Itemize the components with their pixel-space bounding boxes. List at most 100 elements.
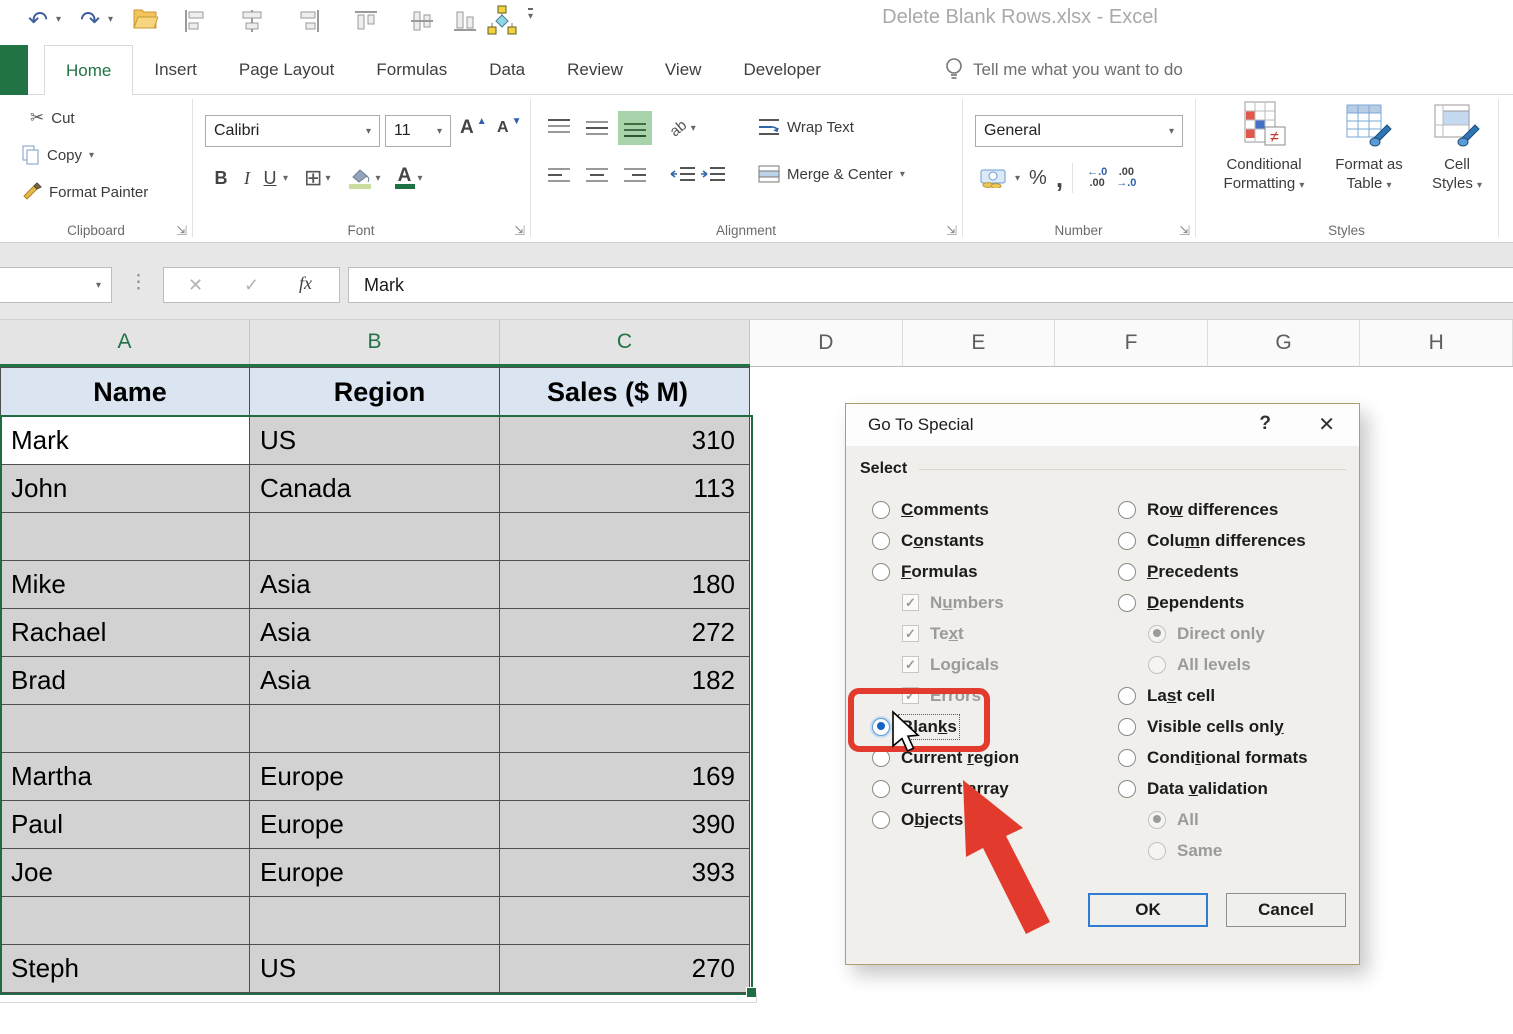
font-name-select[interactable]: Calibri ▾ (205, 115, 380, 147)
radio-constants[interactable] (872, 531, 890, 550)
accounting-format-icon[interactable] (980, 168, 1006, 188)
borders-button[interactable]: ⊞ (304, 165, 322, 191)
font-color-button[interactable]: A (394, 166, 415, 189)
column-header-A[interactable]: A (0, 320, 250, 364)
cell-B4[interactable] (250, 513, 500, 561)
option-current-array[interactable]: Current array (872, 773, 1114, 804)
format-painter-button[interactable]: Format Painter (22, 182, 148, 202)
tab-page-layout[interactable]: Page Layout (218, 45, 355, 95)
font-color-caret-icon[interactable]: ▾ (418, 173, 423, 184)
cell-A11[interactable]: Joe (0, 849, 250, 897)
cell-A9[interactable]: Martha (0, 753, 250, 801)
align-right-icon[interactable] (297, 8, 321, 34)
decrease-decimal-button[interactable]: .00 →.0 (1116, 167, 1136, 189)
center-align-button[interactable] (580, 159, 614, 193)
cell-A2[interactable]: Mark (0, 417, 250, 465)
option-constants[interactable]: Constants (872, 525, 1114, 556)
cell-C3[interactable]: 113 (500, 465, 750, 513)
cell-A13[interactable]: Steph (0, 945, 250, 993)
cell-B8[interactable] (250, 705, 500, 753)
tab-data[interactable]: Data (468, 45, 546, 95)
decrease-indent-button[interactable] (670, 164, 696, 188)
merge-center-button[interactable]: Merge & Center ▾ (758, 165, 905, 183)
number-dialog-launcher[interactable]: ⇲ (1179, 223, 1190, 239)
formula-input[interactable]: Mark (348, 267, 1513, 303)
option-objects[interactable]: Objects (872, 804, 1114, 835)
option-conditional-formats[interactable]: Conditional formats (1118, 742, 1358, 773)
dialog-close-button[interactable]: ✕ (1318, 412, 1335, 437)
radio-current-region[interactable] (872, 748, 890, 767)
cell-C4[interactable] (500, 513, 750, 561)
cell-styles-button[interactable]: Cell Styles ▾ (1421, 101, 1493, 195)
increase-indent-button[interactable] (700, 164, 726, 188)
cell-C9[interactable]: 169 (500, 753, 750, 801)
cell-A1[interactable]: Name (0, 367, 250, 417)
cell-A10[interactable]: Paul (0, 801, 250, 849)
bold-button[interactable]: B (208, 168, 234, 189)
shrink-font-button[interactable]: A ▼ (497, 116, 521, 137)
column-header-H[interactable]: H (1360, 320, 1513, 366)
radio-blanks[interactable] (872, 717, 890, 736)
cell-B1[interactable]: Region (250, 367, 500, 417)
tab-formulas[interactable]: Formulas (355, 45, 468, 95)
cell-A12[interactable] (0, 897, 250, 945)
column-header-C[interactable]: C (500, 320, 750, 364)
cell-C6[interactable]: 272 (500, 609, 750, 657)
underline-caret-icon[interactable]: ▾ (283, 173, 288, 184)
cell-A7[interactable]: Brad (0, 657, 250, 705)
radio-comments[interactable] (872, 500, 890, 519)
align-left-icon[interactable] (183, 8, 207, 34)
tell-me-box[interactable]: Tell me what you want to do (945, 45, 1183, 95)
undo-icon[interactable]: ↶ (28, 4, 48, 38)
cell-A6[interactable]: Rachael (0, 609, 250, 657)
cell-A4[interactable] (0, 513, 250, 561)
radio-dependents[interactable] (1118, 593, 1136, 612)
radio-objects[interactable] (872, 810, 890, 829)
enter-entry-icon[interactable]: ✓ (244, 275, 259, 296)
conditional-formatting-button[interactable]: ≠ Conditional Formatting ▾ (1211, 101, 1317, 195)
cut-button[interactable]: ✂ Cut (30, 108, 75, 128)
accounting-caret-icon[interactable]: ▾ (1015, 173, 1020, 184)
cell-C7[interactable]: 182 (500, 657, 750, 705)
borders-caret-icon[interactable]: ▾ (325, 173, 330, 184)
option-formulas[interactable]: Formulas (872, 556, 1114, 587)
align-center-icon[interactable] (240, 8, 264, 34)
option-last-cell[interactable]: Last cell (1118, 680, 1358, 711)
column-header-E[interactable]: E (903, 320, 1056, 366)
radio-conditional-formats[interactable] (1118, 748, 1136, 767)
wrap-text-button[interactable]: Wrap Text (758, 117, 854, 137)
dialog-help-button[interactable]: ? (1259, 413, 1271, 435)
cell-C10[interactable]: 390 (500, 801, 750, 849)
cell-A8[interactable] (0, 705, 250, 753)
align-middle-icon[interactable] (409, 8, 435, 34)
radio-current-array[interactable] (872, 779, 890, 798)
cell-C13[interactable]: 270 (500, 945, 750, 993)
align-left-button[interactable] (542, 159, 576, 193)
align-top-icon[interactable] (353, 8, 379, 34)
radio-column-differences[interactable] (1118, 531, 1136, 550)
radio-precedents[interactable] (1118, 562, 1136, 581)
cancel-button[interactable]: Cancel (1226, 893, 1346, 927)
cell-B10[interactable]: Europe (250, 801, 500, 849)
name-box[interactable]: ▾ (0, 267, 112, 303)
radio-row-differences[interactable] (1118, 500, 1136, 519)
open-folder-icon[interactable] (132, 7, 158, 31)
hierarchy-diagram-icon[interactable] (487, 5, 517, 37)
option-row-differences[interactable]: Row differences (1118, 494, 1358, 525)
font-dialog-launcher[interactable]: ⇲ (514, 223, 525, 239)
redo-caret-icon[interactable]: ▾ (108, 14, 113, 25)
format-as-table-button[interactable]: Format as Table ▾ (1323, 101, 1415, 195)
tab-developer[interactable]: Developer (722, 45, 842, 95)
cell-B11[interactable]: Europe (250, 849, 500, 897)
radio-data-validation[interactable] (1118, 779, 1136, 798)
fill-color-button[interactable] (348, 167, 373, 189)
fill-color-caret-icon[interactable]: ▾ (376, 173, 381, 184)
cell-C12[interactable] (500, 897, 750, 945)
file-tab[interactable] (0, 45, 28, 95)
option-column-differences[interactable]: Column differences (1118, 525, 1358, 556)
font-size-select[interactable]: 11 ▾ (385, 115, 451, 147)
cell-C11[interactable]: 393 (500, 849, 750, 897)
comma-style-button[interactable]: , (1056, 165, 1063, 191)
italic-button[interactable]: I (237, 168, 257, 189)
clipboard-dialog-launcher[interactable]: ⇲ (176, 223, 187, 239)
